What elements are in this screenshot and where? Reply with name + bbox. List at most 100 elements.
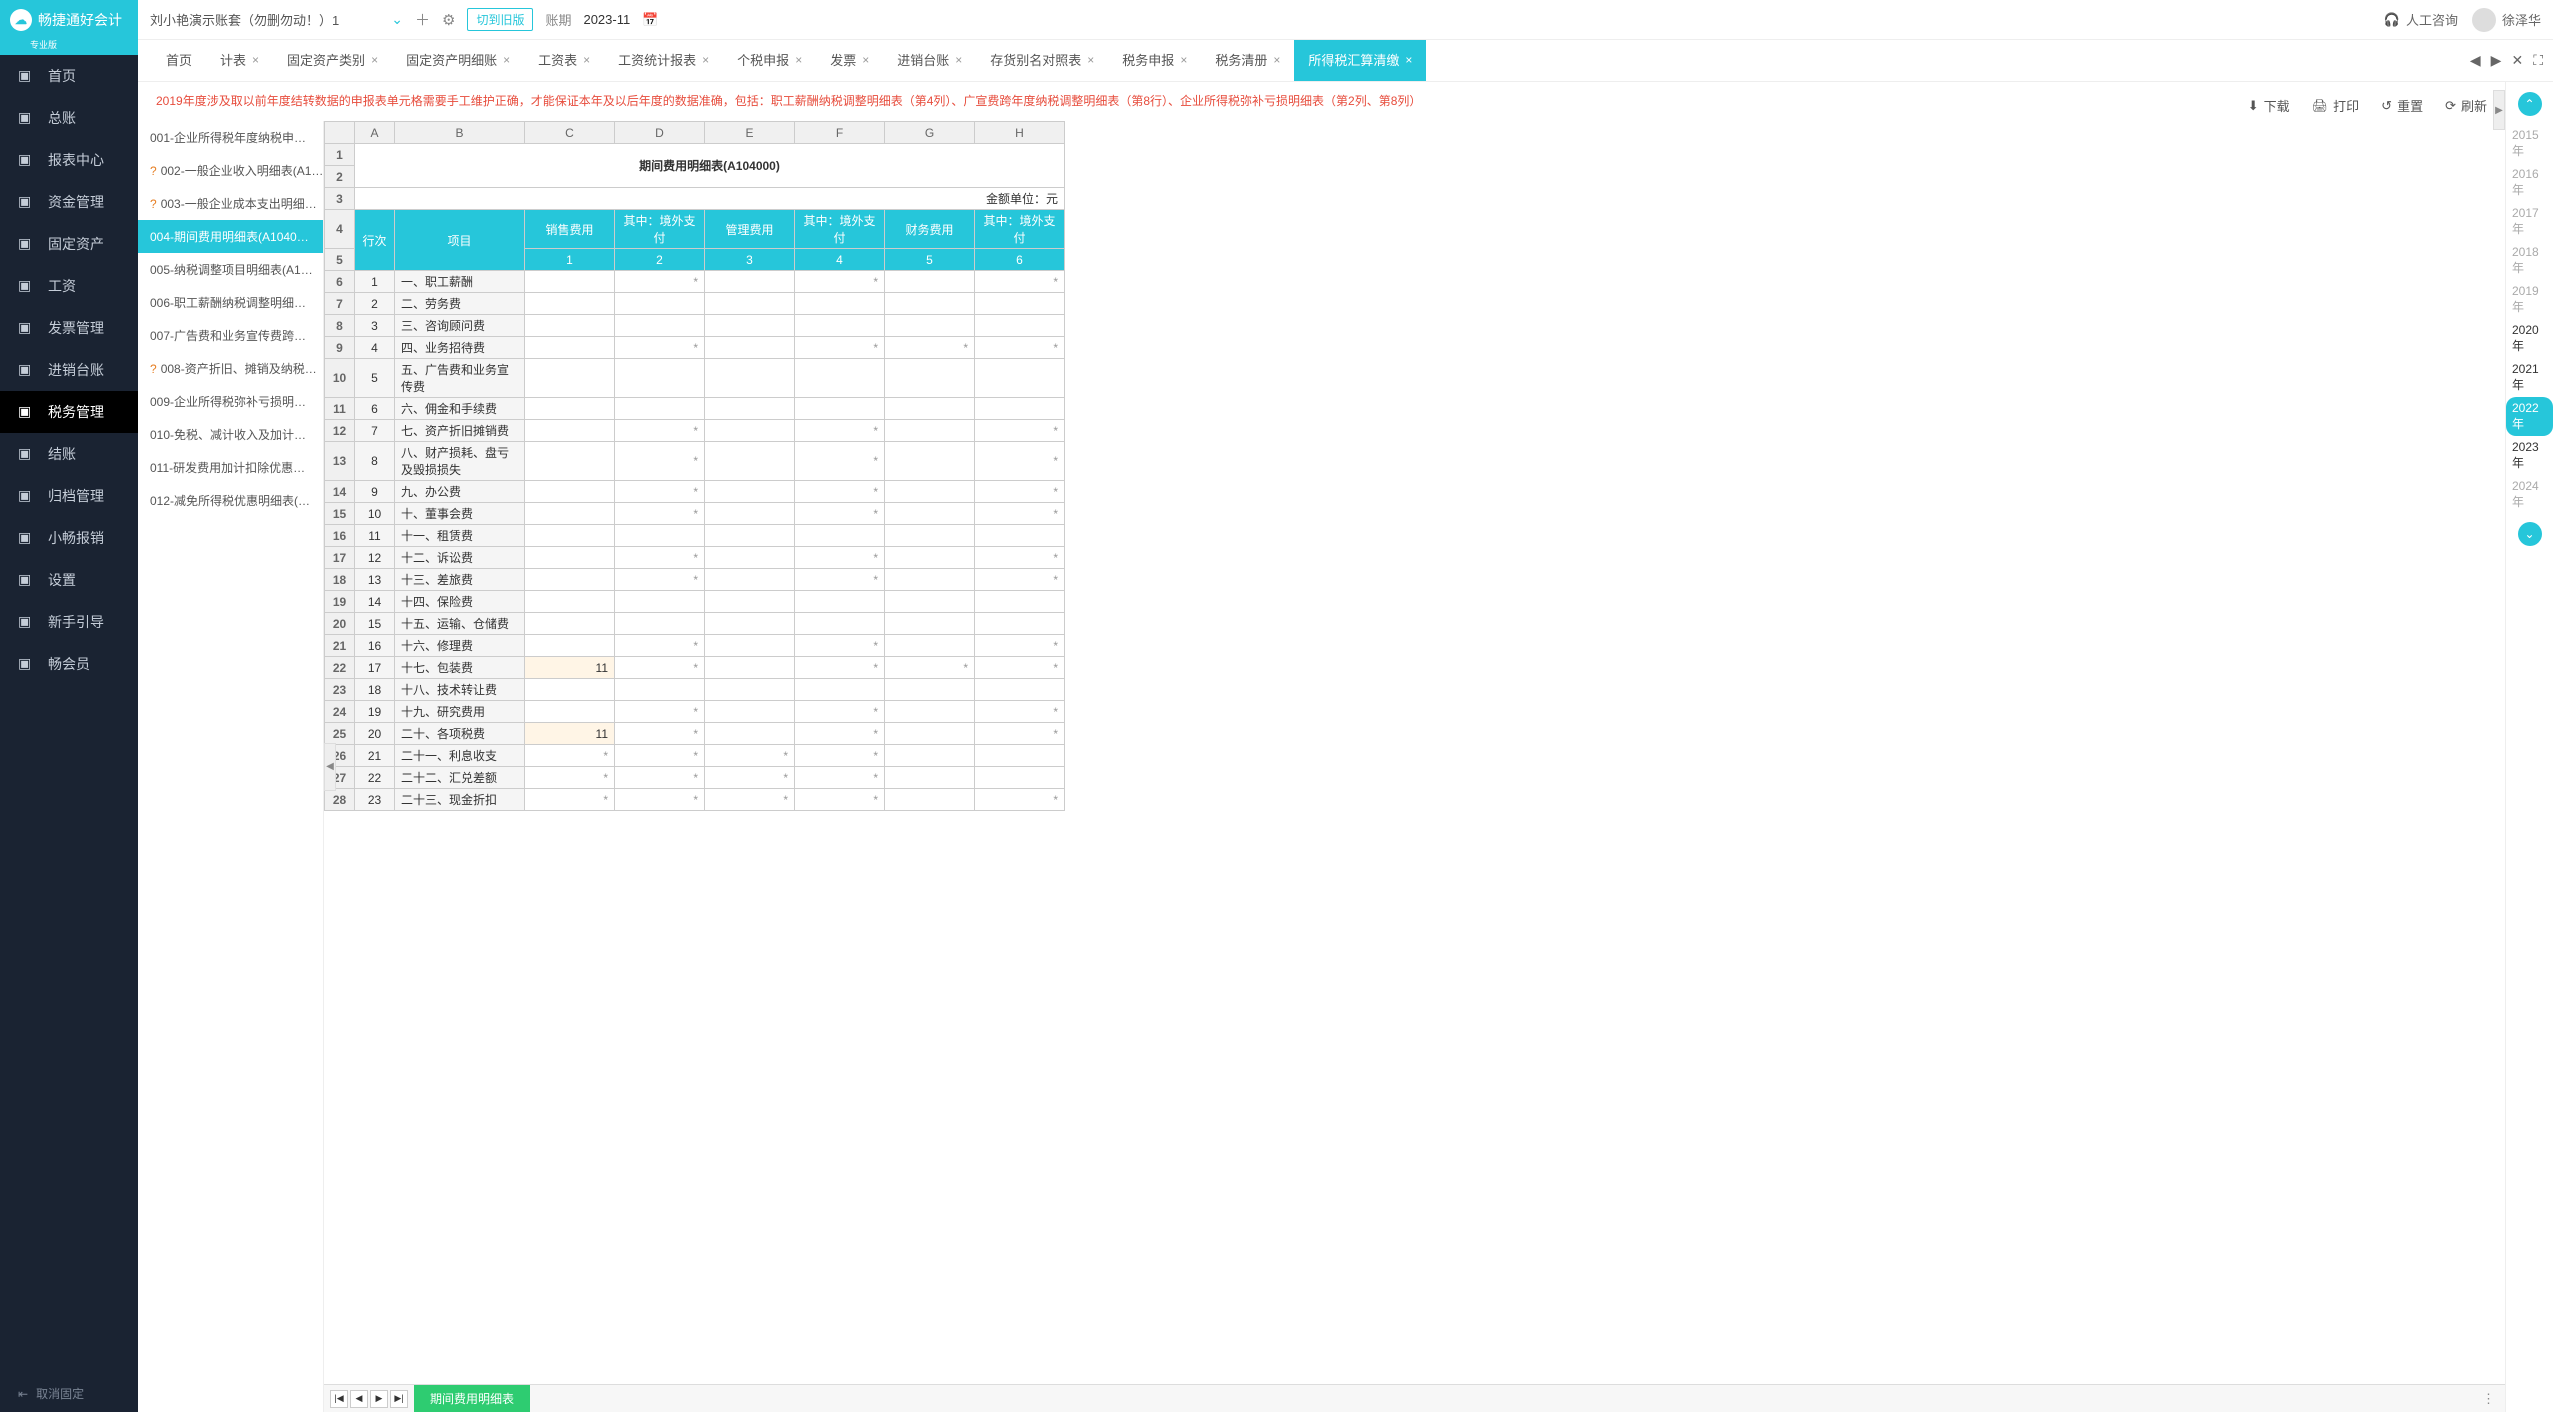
data-cell[interactable]: * xyxy=(615,657,705,679)
data-cell[interactable] xyxy=(975,613,1065,635)
sidebar-item-13[interactable]: ▣新手引导 xyxy=(0,601,138,643)
sidebar-pin-toggle[interactable]: ⇤ 取消固定 xyxy=(0,1375,138,1412)
data-cell[interactable]: 11 xyxy=(525,723,615,745)
data-cell[interactable]: * xyxy=(885,657,975,679)
data-cell[interactable]: * xyxy=(615,767,705,789)
data-cell[interactable] xyxy=(525,635,615,657)
sidebar-item-4[interactable]: ▣固定资产 xyxy=(0,223,138,265)
period-value[interactable]: 2023-11 xyxy=(583,12,630,27)
data-cell[interactable] xyxy=(975,679,1065,701)
sheet-table[interactable]: ABCDEFGH1期间费用明细表(A104000)23金额单位：元4行次项目销售… xyxy=(324,121,1065,811)
tabs-next-button[interactable]: ▶ xyxy=(2491,52,2502,69)
year-item-2022年[interactable]: 2022年 xyxy=(2506,397,2553,436)
sheet-nav-first[interactable]: |◀ xyxy=(330,1390,348,1408)
tabs-prev-button[interactable]: ◀ xyxy=(2470,52,2481,69)
switch-old-button[interactable]: 切到旧版 xyxy=(467,8,533,31)
data-cell[interactable] xyxy=(525,359,615,398)
account-dropdown-icon[interactable]: ⌄ xyxy=(391,11,403,28)
year-scroll-up-button[interactable]: ⌃ xyxy=(2518,92,2542,116)
data-cell[interactable] xyxy=(975,398,1065,420)
data-cell[interactable]: * xyxy=(615,337,705,359)
data-cell[interactable]: * xyxy=(795,420,885,442)
data-cell[interactable] xyxy=(705,679,795,701)
data-cell[interactable] xyxy=(525,679,615,701)
sidebar-item-6[interactable]: ▣发票管理 xyxy=(0,307,138,349)
tab-10[interactable]: 税务申报× xyxy=(1108,40,1201,81)
tab-1[interactable]: 计表× xyxy=(206,40,273,81)
data-cell[interactable] xyxy=(525,315,615,337)
data-cell[interactable] xyxy=(885,398,975,420)
data-cell[interactable]: * xyxy=(975,789,1065,811)
data-cell[interactable] xyxy=(705,481,795,503)
data-cell[interactable]: * xyxy=(795,635,885,657)
data-cell[interactable]: * xyxy=(615,723,705,745)
year-item-2023年[interactable]: 2023年 xyxy=(2506,436,2553,475)
data-cell[interactable] xyxy=(525,569,615,591)
tab-0[interactable]: 首页 xyxy=(152,40,206,81)
data-cell[interactable] xyxy=(525,525,615,547)
data-cell[interactable] xyxy=(705,503,795,525)
data-cell[interactable] xyxy=(885,420,975,442)
sidebar-item-5[interactable]: ▣工资 xyxy=(0,265,138,307)
tabs-close-button[interactable]: ✕ xyxy=(2511,52,2523,69)
sidebar-item-7[interactable]: ▣进销台账 xyxy=(0,349,138,391)
data-cell[interactable]: * xyxy=(975,701,1065,723)
col-head-H[interactable]: H xyxy=(975,122,1065,144)
data-cell[interactable]: * xyxy=(615,745,705,767)
data-cell[interactable] xyxy=(795,315,885,337)
data-cell[interactable] xyxy=(705,525,795,547)
data-cell[interactable]: * xyxy=(615,271,705,293)
data-cell[interactable]: * xyxy=(705,745,795,767)
sidebar-item-14[interactable]: ▣畅会员 xyxy=(0,643,138,685)
data-cell[interactable]: * xyxy=(975,442,1065,481)
data-cell[interactable] xyxy=(885,315,975,337)
data-cell[interactable] xyxy=(885,767,975,789)
data-cell[interactable] xyxy=(525,547,615,569)
tab-11[interactable]: 税务清册× xyxy=(1201,40,1294,81)
data-cell[interactable] xyxy=(795,591,885,613)
col-head-A[interactable]: A xyxy=(355,122,395,144)
data-cell[interactable] xyxy=(705,701,795,723)
sheet-nav-prev[interactable]: ◀ xyxy=(350,1390,368,1408)
form-list-item-7[interactable]: ?008-资产折旧、摊销及纳税… xyxy=(138,352,323,385)
tab-close-button[interactable]: × xyxy=(955,53,962,67)
data-cell[interactable]: * xyxy=(975,420,1065,442)
col-head-E[interactable]: E xyxy=(705,122,795,144)
reset-button[interactable]: ↺重置 xyxy=(2381,96,2423,115)
data-cell[interactable]: * xyxy=(615,635,705,657)
data-cell[interactable]: * xyxy=(975,723,1065,745)
data-cell[interactable] xyxy=(615,525,705,547)
data-cell[interactable]: * xyxy=(795,701,885,723)
year-item-2021年[interactable]: 2021年 xyxy=(2506,358,2553,397)
collapse-form-list-button[interactable]: ◀ xyxy=(324,743,336,791)
data-cell[interactable] xyxy=(885,701,975,723)
year-item-2020年[interactable]: 2020年 xyxy=(2506,319,2553,358)
data-cell[interactable] xyxy=(795,613,885,635)
data-cell[interactable] xyxy=(885,635,975,657)
data-cell[interactable]: * xyxy=(975,481,1065,503)
data-cell[interactable] xyxy=(885,442,975,481)
tab-close-button[interactable]: × xyxy=(503,53,510,67)
data-cell[interactable] xyxy=(885,679,975,701)
form-list-item-9[interactable]: 010-免税、减计收入及加计… xyxy=(138,418,323,451)
data-cell[interactable] xyxy=(615,679,705,701)
data-cell[interactable]: * xyxy=(525,767,615,789)
form-list-item-10[interactable]: 011-研发费用加计扣除优惠… xyxy=(138,451,323,484)
sheet-nav-next[interactable]: ▶ xyxy=(370,1390,388,1408)
tab-close-button[interactable]: × xyxy=(1180,53,1187,67)
tab-6[interactable]: 个税申报× xyxy=(723,40,816,81)
data-cell[interactable] xyxy=(525,591,615,613)
data-cell[interactable] xyxy=(795,679,885,701)
data-cell[interactable] xyxy=(885,293,975,315)
logo[interactable]: ☁ 畅捷通好会计 xyxy=(0,0,138,40)
form-list-item-11[interactable]: 012-减免所得税优惠明细表(… xyxy=(138,484,323,517)
data-cell[interactable] xyxy=(885,569,975,591)
data-cell[interactable]: * xyxy=(975,271,1065,293)
data-cell[interactable]: * xyxy=(885,337,975,359)
data-cell[interactable] xyxy=(525,503,615,525)
tab-close-button[interactable]: × xyxy=(862,53,869,67)
data-cell[interactable] xyxy=(615,293,705,315)
data-cell[interactable]: * xyxy=(795,337,885,359)
data-cell[interactable]: * xyxy=(975,337,1065,359)
data-cell[interactable] xyxy=(975,315,1065,337)
